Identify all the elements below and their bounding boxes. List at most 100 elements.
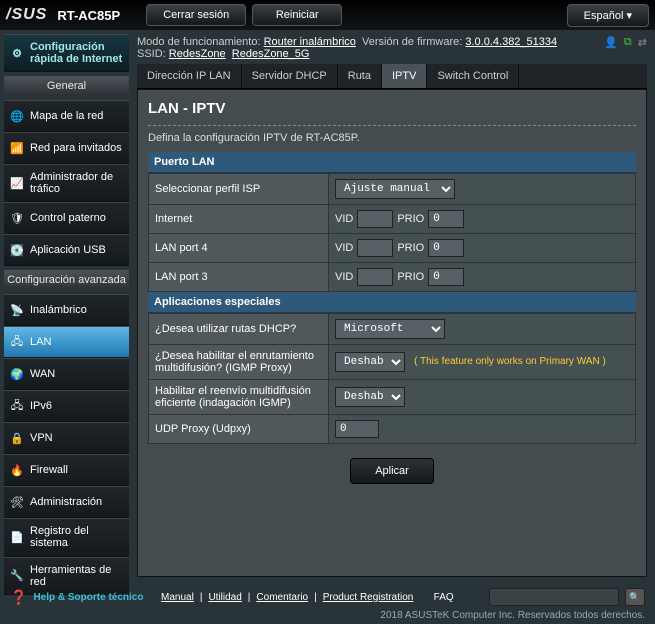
sidebar-item-system-log[interactable]: 📄 Registro del sistema	[4, 518, 129, 556]
udpxy-input[interactable]	[335, 420, 379, 438]
manual-link[interactable]: Manual	[161, 592, 194, 603]
sidebar-item-label: VPN	[30, 432, 53, 444]
internet-prio-input[interactable]	[428, 210, 464, 228]
igmp-proxy-select[interactable]: Deshabilitar	[335, 352, 405, 372]
chevron-down-icon: ▾	[626, 10, 632, 22]
firewall-icon: 🔥	[8, 461, 26, 479]
faq-label: FAQ	[434, 592, 454, 603]
model-name: RT-AC85P	[57, 8, 120, 23]
search-button[interactable]: 🔍	[625, 588, 645, 606]
brand-logo: /SUS	[6, 6, 47, 24]
sidebar-item-traffic-manager[interactable]: 📈 Administrador de tráfico	[4, 164, 129, 202]
tab-dhcp[interactable]: Servidor DHCP	[242, 64, 338, 88]
igmp-snoop-label: Habilitar el reenvío multidifusión efici…	[149, 380, 329, 415]
fw-label: Versión de firmware:	[362, 36, 462, 48]
sidebar-item-wan[interactable]: 🌍 WAN	[4, 358, 129, 390]
sidebar-item-administration[interactable]: 🛠 Administración	[4, 486, 129, 518]
logout-button[interactable]: Cerrar sesión	[146, 4, 246, 26]
lan3-vid-input[interactable]	[357, 268, 393, 286]
tab-lan-ip[interactable]: Dirección IP LAN	[137, 64, 242, 88]
feedback-link[interactable]: Comentario	[256, 592, 308, 603]
sidebar-item-ipv6[interactable]: 🖧 IPv6	[4, 390, 129, 422]
lan4-prio-input[interactable]	[428, 239, 464, 257]
lanport3-label: LAN port 3	[149, 263, 329, 292]
internet-vid-input[interactable]	[357, 210, 393, 228]
mode-label: Modo de funcionamiento:	[137, 36, 261, 48]
sidebar-item-label: IPv6	[30, 400, 52, 412]
language-label: Español	[584, 10, 624, 22]
sidebar-item-label: Administrador de tráfico	[30, 171, 125, 195]
sidebar-item-firewall[interactable]: 🔥 Firewall	[4, 454, 129, 486]
udpxy-label: UDP Proxy (Udpxy)	[149, 415, 329, 444]
tab-route[interactable]: Ruta	[338, 64, 382, 88]
sidebar-item-label: Aplicación USB	[30, 244, 106, 256]
productreg-link[interactable]: Product Registration	[323, 592, 414, 603]
wifi-status-icon[interactable]: ⧉	[624, 36, 632, 49]
lanport4-label: LAN port 4	[149, 234, 329, 263]
lan3-prio-input[interactable]	[428, 268, 464, 286]
igmp-proxy-label: ¿Desea habilitar el enrutamiento multidi…	[149, 345, 329, 380]
sidebar-item-wireless[interactable]: 📡 Inalámbrico	[4, 294, 129, 326]
sidebar-item-label: Mapa de la red	[30, 110, 103, 122]
globe-icon: 🌐	[8, 107, 26, 125]
isp-profile-label: Seleccionar perfil ISP	[149, 174, 329, 205]
lan4-vid-input[interactable]	[357, 239, 393, 257]
ssid-label: SSID:	[137, 48, 166, 60]
igmp-snoop-select[interactable]: Deshabilitar	[335, 387, 405, 407]
copyright: 2018 ASUSTeK Computer Inc. Reservados to…	[10, 610, 645, 621]
prio-label: PRIO	[397, 213, 424, 225]
person-icon[interactable]: 👤	[604, 36, 618, 49]
sidebar-group-advanced: Configuración avanzada	[4, 270, 129, 290]
section-lan-port: Puerto LAN	[148, 152, 636, 173]
dhcp-routes-select[interactable]: Microsoft	[335, 319, 445, 339]
sidebar-item-label: Inalámbrico	[30, 304, 87, 316]
vpn-icon: 🔒	[8, 429, 26, 447]
sidebar-item-network-map[interactable]: 🌐 Mapa de la red	[4, 100, 129, 132]
meter-icon: 📈	[8, 174, 26, 192]
info-bar: 👤 ⧉ ⇄ Modo de funcionamiento: Router ina…	[137, 36, 647, 60]
dhcp-routes-label: ¿Desea utilizar rutas DHCP?	[149, 314, 329, 345]
isp-profile-select[interactable]: Ajuste manual	[335, 179, 455, 199]
sidebar-quick-setup[interactable]: ⚙ Configuración rápida de Internet	[4, 34, 129, 72]
sidebar-item-label: Firewall	[30, 464, 68, 476]
mode-link[interactable]: Router inalámbrico	[264, 36, 356, 48]
reboot-button[interactable]: Reiniciar	[252, 4, 342, 26]
usb-icon: 💽	[8, 241, 26, 259]
ipv6-icon: 🖧	[8, 397, 26, 415]
sidebar-item-label: WAN	[30, 368, 55, 380]
search-icon: 🔍	[629, 592, 640, 603]
section-apps: Aplicaciones especiales	[148, 292, 636, 313]
sidebar-group-general: General	[4, 76, 129, 96]
vid-label: VID	[335, 271, 353, 283]
search-input[interactable]	[489, 588, 619, 606]
sidebar-item-usb-app[interactable]: 💽 Aplicación USB	[4, 234, 129, 266]
tab-iptv[interactable]: IPTV	[382, 64, 427, 88]
signal-icon: 📡	[8, 301, 26, 319]
sidebar-item-lan[interactable]: 🖧 LAN	[4, 326, 129, 358]
utility-link[interactable]: Utilidad	[208, 592, 241, 603]
sidebar-item-label: Configuración rápida de Internet	[30, 41, 125, 65]
sidebar-item-label: Control paterno	[30, 212, 106, 224]
sidebar-item-label: LAN	[30, 336, 51, 348]
page-desc: Defina la configuración IPTV de RT-AC85P…	[148, 132, 636, 144]
world-icon: 🌍	[8, 365, 26, 383]
igmp-note: ( This feature only works on Primary WAN…	[414, 356, 606, 367]
apply-button[interactable]: Aplicar	[350, 458, 434, 484]
settings-icon: 🛠	[8, 493, 26, 511]
ssid2-link[interactable]: RedesZone_5G	[232, 48, 310, 60]
fw-link[interactable]: 3.0.0.4.382_51334	[465, 36, 557, 48]
usb-status-icon[interactable]: ⇄	[638, 36, 647, 49]
help-icon[interactable]: ❓	[10, 589, 27, 606]
sidebar-item-parental-control[interactable]: 🛡 Control paterno	[4, 202, 129, 234]
sidebar-item-vpn[interactable]: 🔒 VPN	[4, 422, 129, 454]
ssid1-link[interactable]: RedesZone	[169, 48, 226, 60]
sidebar-item-label: Registro del sistema	[30, 525, 125, 549]
tabs: Dirección IP LAN Servidor DHCP Ruta IPTV…	[137, 64, 647, 89]
help-label: Help & Soporte técnico	[33, 592, 143, 603]
language-button[interactable]: Español ▾	[567, 4, 649, 27]
tools-icon: 🔧	[8, 567, 26, 585]
sidebar-item-guest-network[interactable]: 📶 Red para invitados	[4, 132, 129, 164]
tab-switch[interactable]: Switch Control	[427, 64, 519, 88]
prio-label: PRIO	[397, 242, 424, 254]
wifi-icon: 📶	[8, 139, 26, 157]
